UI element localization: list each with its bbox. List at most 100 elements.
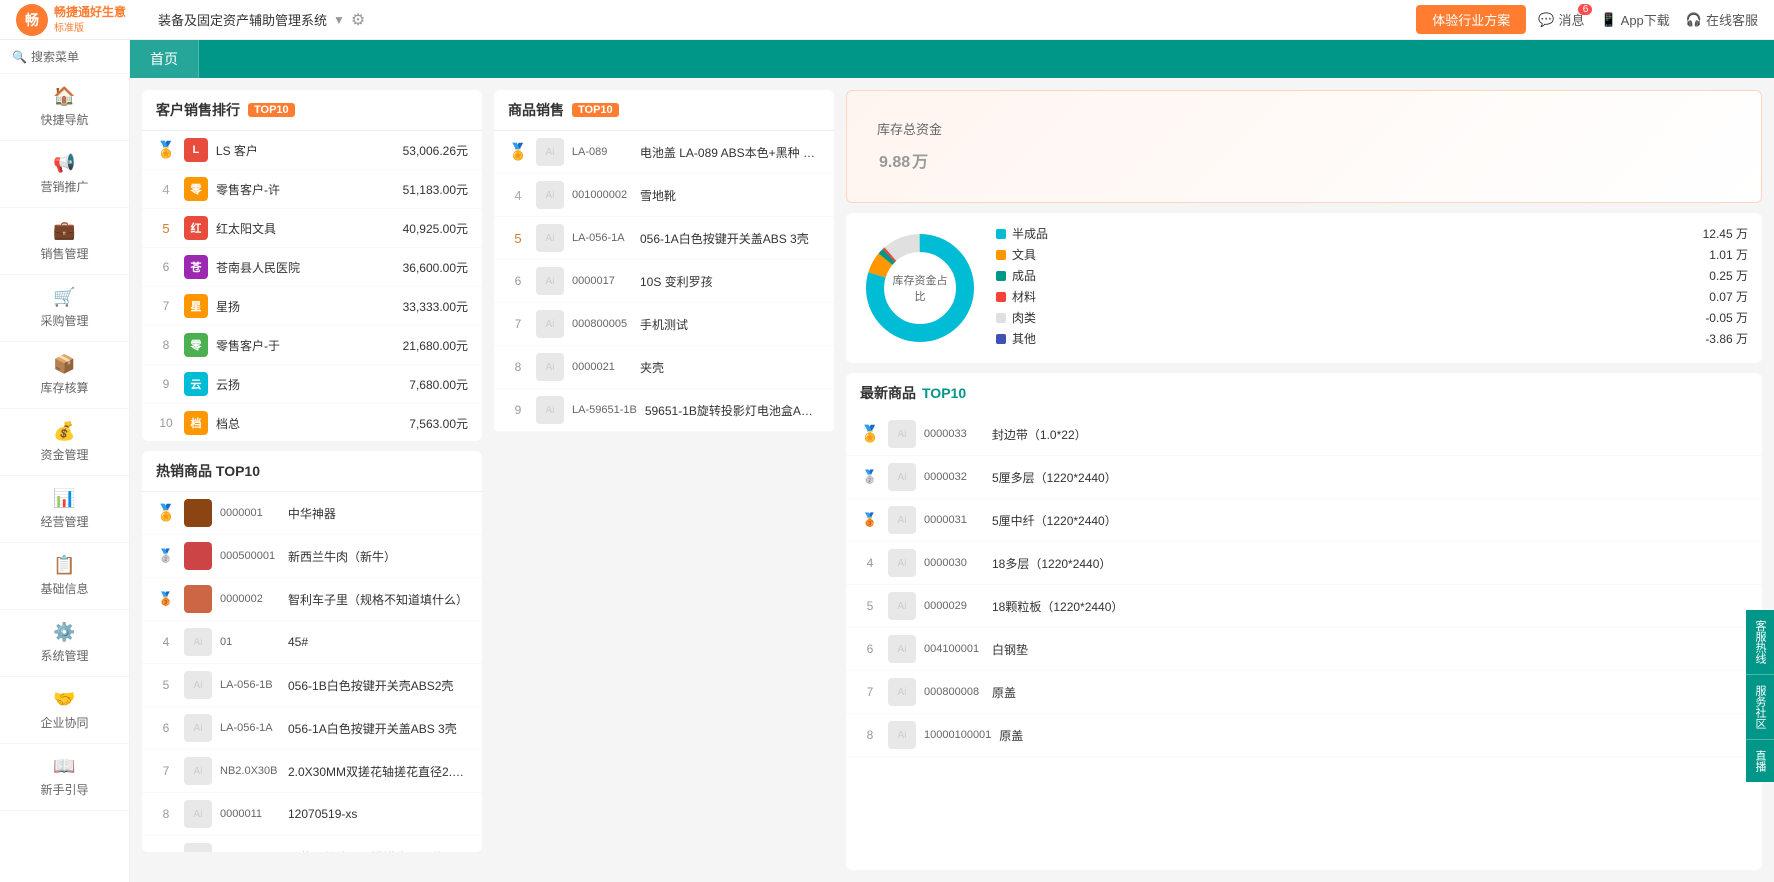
list-item: 8 Ai 10000100001 原盖 xyxy=(846,714,1762,757)
rank-number: 4 xyxy=(156,635,176,649)
sidebar-item-guide[interactable]: 📖 新手引导 xyxy=(0,744,129,811)
legend-item: 半成品 12.45 万 xyxy=(996,225,1748,242)
sidebar-item-management[interactable]: 📊 经营管理 xyxy=(0,476,129,543)
new-products-header: 最新商品 TOP10 xyxy=(846,373,1762,413)
home-icon: 🏠 xyxy=(53,86,75,107)
rank-number: 7 xyxy=(156,299,176,313)
live-stream-button[interactable]: 直播 xyxy=(1746,740,1774,782)
list-item: 🥉 0000002 智利车子里（规格不知道填什么） xyxy=(142,578,482,621)
product-placeholder: Ai xyxy=(536,310,564,338)
rank-number: 6 xyxy=(156,260,176,274)
search-icon: 🔍 xyxy=(12,50,27,64)
rank-number: 5 xyxy=(860,599,880,613)
legend-item: 肉类 -0.05 万 xyxy=(996,309,1748,326)
sidebar-item-system[interactable]: ⚙️ 系统管理 xyxy=(0,610,129,677)
product-placeholder: Ai xyxy=(184,800,212,828)
topbar-right: 💬 消息 6 📱 App下载 🎧 在线客服 xyxy=(1538,10,1758,29)
trial-button[interactable]: 体验行业方案 xyxy=(1416,5,1526,34)
list-item: 🏅 0000001 中华神器 xyxy=(142,492,482,535)
logo-text: 畅捷通好生意 xyxy=(54,5,126,19)
medal-icon: 🏅 xyxy=(156,503,176,523)
app-download-button[interactable]: 📱 App下载 xyxy=(1600,10,1669,29)
customer-ranking-column: 客户销售排行 TOP10 🏅 L LS 客户 53,006.26元 xyxy=(142,90,482,870)
product-placeholder: Ai xyxy=(184,714,212,742)
basic-info-icon: 📋 xyxy=(53,555,75,576)
sidebar-item-basic-info[interactable]: 📋 基础信息 xyxy=(0,543,129,610)
nav-tabs: 首页 xyxy=(130,40,1774,78)
phone-icon: 📱 xyxy=(1600,12,1616,28)
list-item: 🥈 000500001 新西兰牛肉（新牛） xyxy=(142,535,482,578)
product-placeholder: Ai xyxy=(888,678,916,706)
customer-service-button[interactable]: 客服热线 xyxy=(1746,610,1774,675)
product-image xyxy=(184,585,212,613)
inventory-title: 库存总资金 xyxy=(877,119,1731,138)
product-ranking-column: 商品销售 TOP10 🏅 Ai LA-089 电池盖 LA-089 ABS本色+… xyxy=(494,90,834,870)
list-item: 9 Ai LA-59651-1B 59651-1B旋转投影灯电池盒ABS黑色+5… xyxy=(494,389,834,432)
inventory-chart-card: 库存资金占比 半成品 12.45 万 文具 1.01 万 xyxy=(846,213,1762,363)
main-layout: 🔍 搜索菜单 🏠 快捷导航 📢 营销推广 💼 销售管理 🛒 采购管理 📦 库存核… xyxy=(0,40,1774,882)
list-item: 8 Ai 0000021 夹壳 xyxy=(494,346,834,389)
product-ranking-header: 商品销售 TOP10 xyxy=(494,90,834,131)
sidebar-item-sales[interactable]: 💼 销售管理 xyxy=(0,208,129,275)
product-placeholder: Ai xyxy=(536,181,564,209)
product-image xyxy=(184,499,212,527)
sidebar-item-finance[interactable]: 💰 资金管理 xyxy=(0,409,129,476)
product-placeholder: Ai xyxy=(888,420,916,448)
legend-item: 材料 0.07 万 xyxy=(996,288,1748,305)
product-placeholder: Ai xyxy=(184,628,212,656)
system-selector[interactable]: 装备及固定资产辅助管理系统 ▼ ⚙ xyxy=(158,10,1404,30)
customer-ranking-header: 客户销售排行 TOP10 xyxy=(142,90,482,131)
legend-dot xyxy=(996,313,1006,323)
guide-icon: 📖 xyxy=(53,756,75,777)
list-item: 🏅 Ai 0000033 封边带（1.0*22） xyxy=(846,413,1762,456)
service-button[interactable]: 🎧 在线客服 xyxy=(1686,10,1758,29)
service-community-button[interactable]: 服务社区 xyxy=(1746,675,1774,740)
logo-sub: 标准版 xyxy=(54,19,126,34)
sidebar-item-inventory[interactable]: 📦 库存核算 xyxy=(0,342,129,409)
medal-icon: 🏅 xyxy=(508,142,528,162)
message-button[interactable]: 💬 消息 6 xyxy=(1538,10,1584,29)
sidebar-item-purchase[interactable]: 🛒 采购管理 xyxy=(0,275,129,342)
product-placeholder: Ai xyxy=(888,506,916,534)
new-products-list: 🏅 Ai 0000033 封边带（1.0*22） 🥈 Ai 0000032 5厘… xyxy=(846,413,1762,763)
logo-icon: 畅 xyxy=(16,4,48,36)
tab-home[interactable]: 首页 xyxy=(130,40,199,78)
sidebar-item-marketing[interactable]: 📢 营销推广 xyxy=(0,141,129,208)
avatar: 零 xyxy=(184,333,208,357)
product-placeholder: Ai xyxy=(536,396,564,424)
search-menu[interactable]: 🔍 搜索菜单 xyxy=(0,40,129,74)
list-item: 7 Ai NB2.0X30B 2.0X30MM双搓花轴搓花直径2.1MM/ROH… xyxy=(142,750,482,793)
rank-number: 9 xyxy=(156,377,176,391)
table-row: 6 苍 苍南县人民医院 36,600.00元 xyxy=(142,248,482,287)
list-item: 🥈 Ai 0000032 5厘多层（1220*2440） xyxy=(846,456,1762,499)
list-item: 🥉 Ai 0000031 5厘中纤（1220*2440） xyxy=(846,499,1762,542)
rank-number: 9 xyxy=(508,403,528,417)
right-column: 库存总资金 9.88万 xyxy=(846,90,1762,870)
list-item: 7 Ai 000800005 手机测试 xyxy=(494,303,834,346)
legend-item: 其他 -3.86 万 xyxy=(996,330,1748,347)
dropdown-arrow-icon: ▼ xyxy=(333,13,345,27)
rank-number: 6 xyxy=(508,274,528,288)
product-top10-badge: TOP10 xyxy=(572,103,619,117)
product-placeholder: Ai xyxy=(536,353,564,381)
avatar: 零 xyxy=(184,177,208,201)
product-placeholder: Ai xyxy=(888,549,916,577)
page-content: 客户销售排行 TOP10 🏅 L LS 客户 53,006.26元 xyxy=(130,78,1774,882)
sidebar-item-quicknav[interactable]: 🏠 快捷导航 xyxy=(0,74,129,141)
product-placeholder: Ai xyxy=(888,721,916,749)
list-item: 6 Ai 004100001 白钢垫 xyxy=(846,628,1762,671)
avatar: 档 xyxy=(184,411,208,435)
sidebar-item-cooperation[interactable]: 🤝 企业协同 xyxy=(0,677,129,744)
settings-icon[interactable]: ⚙ xyxy=(351,10,365,30)
legend-dot xyxy=(996,292,1006,302)
system-icon: ⚙️ xyxy=(53,622,75,643)
logo: 畅 畅捷通好生意 标准版 xyxy=(16,4,146,36)
customer-ranking-card: 客户销售排行 TOP10 🏅 L LS 客户 53,006.26元 xyxy=(142,90,482,441)
customer-ranking-list: 🏅 L LS 客户 53,006.26元 4 零 零售客户-许 51,183.0… xyxy=(142,131,482,441)
marketing-icon: 📢 xyxy=(53,153,75,174)
rank-number: 🥉 xyxy=(860,512,880,528)
topbar: 畅 畅捷通好生意 标准版 装备及固定资产辅助管理系统 ▼ ⚙ 体验行业方案 💬 … xyxy=(0,0,1774,40)
management-icon: 📊 xyxy=(53,488,75,509)
rank-number: 🥈 xyxy=(860,469,880,485)
legend-dot xyxy=(996,250,1006,260)
